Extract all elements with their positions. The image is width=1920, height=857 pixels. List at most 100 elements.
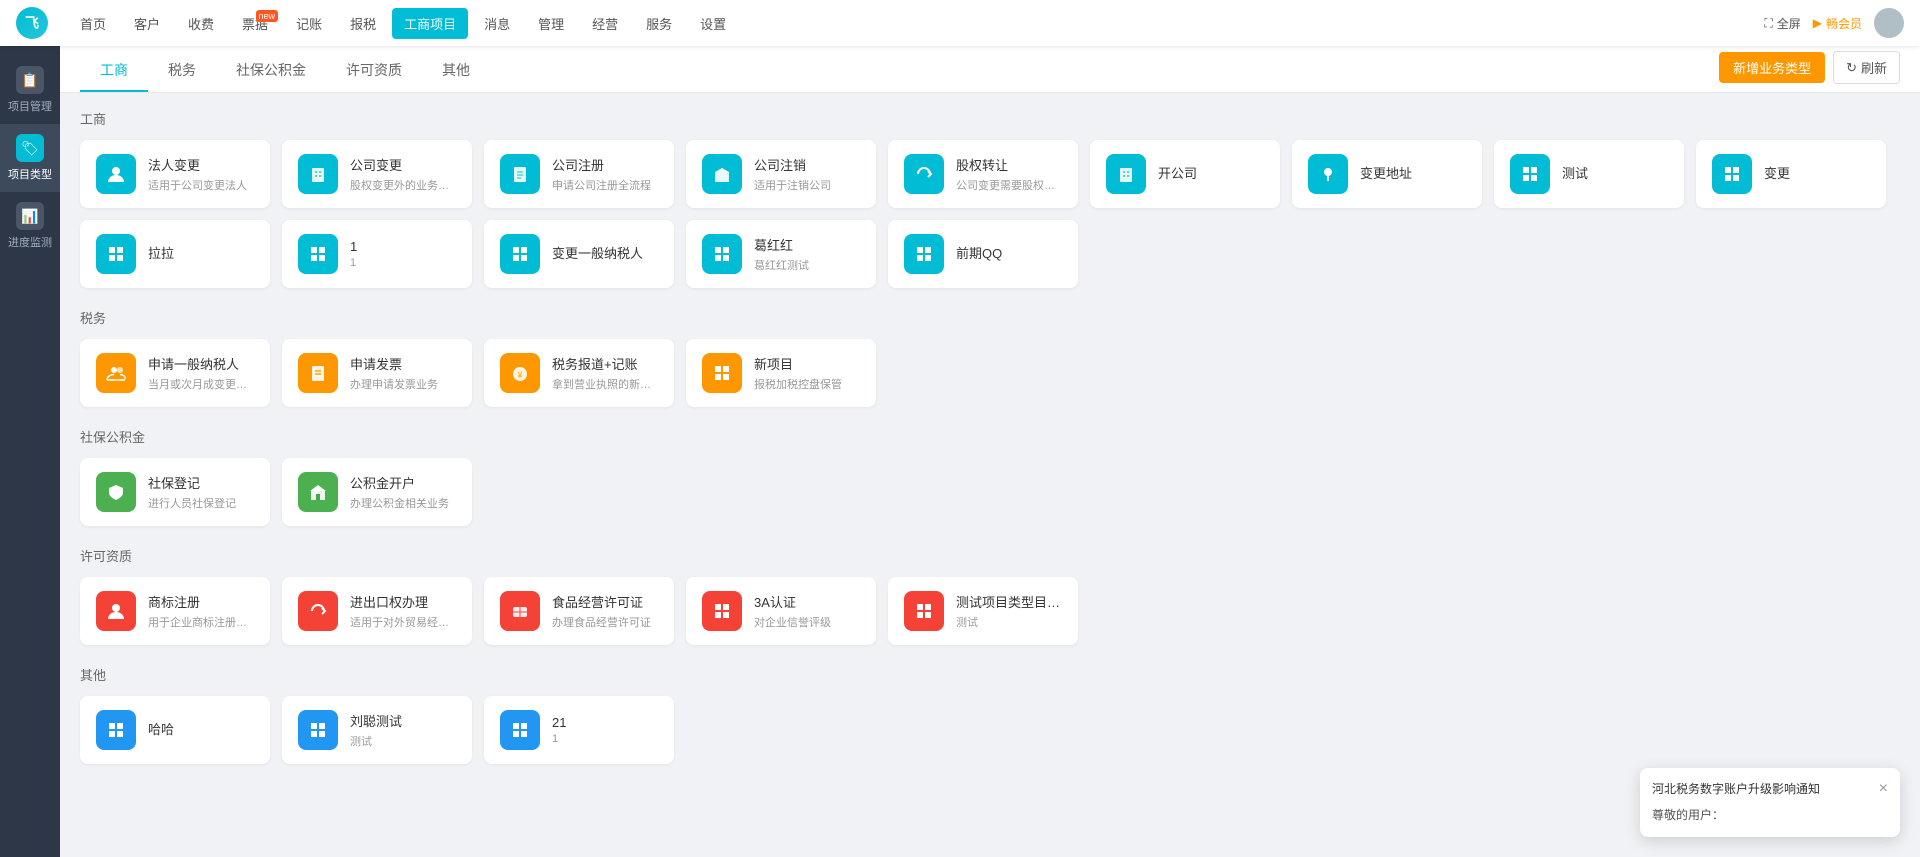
- nav-item-经营[interactable]: 经营: [580, 8, 630, 39]
- card-desc-xuke-3: 对企业信誉评级: [754, 614, 860, 630]
- service-card-gongshang-6[interactable]: 变更地址: [1292, 140, 1482, 208]
- nav-item-记账[interactable]: 记账: [284, 8, 334, 39]
- service-card-gongshang-13[interactable]: 前期QQ: [888, 220, 1078, 288]
- app-logo: 飞: [16, 7, 48, 39]
- service-card-shuiwu-3[interactable]: 新项目报税加税控盘保管: [686, 339, 876, 407]
- tab-社保公积金[interactable]: 社保公积金: [216, 46, 326, 92]
- service-card-shuiwu-1[interactable]: 申请发票办理申请发票业务: [282, 339, 472, 407]
- notification-title: 河北税务数字账户升级影响通知: [1652, 780, 1820, 797]
- card-icon-qita-2: [500, 710, 540, 750]
- fullscreen-button[interactable]: ⛶ 全屏: [1764, 15, 1800, 32]
- add-type-button[interactable]: 新增业务类型: [1719, 52, 1825, 83]
- card-grid-shebao: 社保登记进行人员社保登记 公积金开户办理公积金相关业务: [80, 458, 1900, 526]
- sidebar: 📋项目管理🏷项目类型📊进度监测: [0, 46, 60, 857]
- service-card-shuiwu-2[interactable]: ¥ 税务报道+记账拿到营业执照的新公司: [484, 339, 674, 407]
- card-name-xuke-3: 3A认证: [754, 592, 860, 611]
- service-card-gongshang-9[interactable]: 拉拉: [80, 220, 270, 288]
- card-name-gongshang-12: 葛红红: [754, 235, 860, 254]
- user-avatar[interactable]: [1874, 8, 1904, 38]
- service-card-gongshang-7[interactable]: 测试: [1494, 140, 1684, 208]
- section-qita: 其他哈哈刘聪测试测试211: [80, 665, 1900, 764]
- section-title-xuke: 许可资质: [80, 546, 1900, 565]
- sidebar-icon-0: 📋: [16, 66, 44, 94]
- nav-item-首页[interactable]: 首页: [68, 8, 118, 39]
- card-desc-shuiwu-3: 报税加税控盘保管: [754, 376, 860, 392]
- card-content-gongshang-6: 变更地址: [1360, 163, 1466, 185]
- service-card-gongshang-4[interactable]: 股权转让公司变更需要股权转让: [888, 140, 1078, 208]
- service-card-qita-0[interactable]: 哈哈: [80, 696, 270, 764]
- card-desc-gongshang-2: 申请公司注册全流程: [552, 177, 658, 193]
- card-name-gongshang-3: 公司注销: [754, 155, 860, 174]
- tab-工商[interactable]: 工商: [80, 46, 148, 92]
- service-card-gongshang-10[interactable]: 11: [282, 220, 472, 288]
- card-desc-shebao-1: 办理公积金相关业务: [350, 495, 456, 511]
- service-card-xuke-2[interactable]: 食品经营许可证办理食品经营许可证: [484, 577, 674, 645]
- nav-item-报税[interactable]: 报税: [338, 8, 388, 39]
- card-icon-gongshang-6: [1308, 154, 1348, 194]
- main-content: 工商税务社保公积金许可资质其他 新增业务类型 ↻ 刷新 工商法人变更适用于公司变…: [60, 46, 1920, 857]
- service-card-gongshang-1[interactable]: 公司变更股权变更外的业务变更: [282, 140, 472, 208]
- card-content-shuiwu-1: 申请发票办理申请发票业务: [350, 354, 456, 392]
- service-card-gongshang-2[interactable]: 公司注册申请公司注册全流程: [484, 140, 674, 208]
- card-name-gongshang-2: 公司注册: [552, 155, 658, 174]
- section-gongshang: 工商法人变更适用于公司变更法人公司变更股权变更外的业务变更公司注册申请公司注册全…: [80, 109, 1900, 288]
- card-grid-qita: 哈哈刘聪测试测试211: [80, 696, 1900, 764]
- tab-许可资质[interactable]: 许可资质: [326, 46, 422, 92]
- card-content-gongshang-12: 葛红红葛红红测试: [754, 235, 860, 273]
- card-content-gongshang-9: 拉拉: [148, 243, 254, 265]
- nav-item-设置[interactable]: 设置: [688, 8, 738, 39]
- nav-item-管理[interactable]: 管理: [526, 8, 576, 39]
- card-content-gongshang-11: 变更一般纳税人: [552, 243, 658, 265]
- card-desc-xuke-4: 测试: [956, 614, 1062, 630]
- service-card-xuke-3[interactable]: 3A认证对企业信誉评级: [686, 577, 876, 645]
- card-desc-qita-2: 1: [552, 733, 658, 745]
- service-card-xuke-1[interactable]: 进出口权办理适用于对外贸易经营者: [282, 577, 472, 645]
- service-card-gongshang-5[interactable]: 开公司: [1090, 140, 1280, 208]
- service-card-gongshang-12[interactable]: 葛红红葛红红测试: [686, 220, 876, 288]
- card-content-shuiwu-3: 新项目报税加税控盘保管: [754, 354, 860, 392]
- nav-item-收费[interactable]: 收费: [176, 8, 226, 39]
- card-content-xuke-3: 3A认证对企业信誉评级: [754, 592, 860, 630]
- card-desc-shuiwu-2: 拿到营业执照的新公司: [552, 376, 658, 392]
- card-name-gongshang-5: 开公司: [1158, 163, 1264, 182]
- card-icon-gongshang-5: [1106, 154, 1146, 194]
- service-card-gongshang-0[interactable]: 法人变更适用于公司变更法人: [80, 140, 270, 208]
- card-icon-gongshang-9: [96, 234, 136, 274]
- tab-其他[interactable]: 其他: [422, 46, 490, 92]
- service-card-gongshang-11[interactable]: 变更一般纳税人: [484, 220, 674, 288]
- nav-item-服务[interactable]: 服务: [634, 8, 684, 39]
- nav-item-票据[interactable]: 票据new: [230, 8, 280, 39]
- service-card-xuke-4[interactable]: 测试项目类型目定义测试: [888, 577, 1078, 645]
- refresh-button[interactable]: ↻ 刷新: [1833, 51, 1900, 84]
- card-name-xuke-2: 食品经营许可证: [552, 592, 658, 611]
- service-card-shebao-1[interactable]: 公积金开户办理公积金相关业务: [282, 458, 472, 526]
- nav-item-客户[interactable]: 客户: [122, 8, 172, 39]
- service-card-gongshang-3[interactable]: 公司注销适用于注销公司: [686, 140, 876, 208]
- nav-item-消息[interactable]: 消息: [472, 8, 522, 39]
- card-icon-gongshang-2: [500, 154, 540, 194]
- section-title-shuiwu: 税务: [80, 308, 1900, 327]
- service-card-qita-1[interactable]: 刘聪测试测试: [282, 696, 472, 764]
- service-card-xuke-0[interactable]: 商标注册用于企业商标注册服务: [80, 577, 270, 645]
- service-card-qita-2[interactable]: 211: [484, 696, 674, 764]
- sidebar-item-2[interactable]: 📊进度监测: [0, 192, 60, 260]
- card-icon-xuke-4: [904, 591, 944, 631]
- service-card-shebao-0[interactable]: 社保登记进行人员社保登记: [80, 458, 270, 526]
- card-content-shuiwu-2: 税务报道+记账拿到营业执照的新公司: [552, 354, 658, 392]
- card-icon-shuiwu-1: [298, 353, 338, 393]
- card-content-gongshang-8: 变更: [1764, 163, 1870, 185]
- card-content-shebao-1: 公积金开户办理公积金相关业务: [350, 473, 456, 511]
- sidebar-item-1[interactable]: 🏷项目类型: [0, 124, 60, 192]
- tab-税务[interactable]: 税务: [148, 46, 216, 92]
- card-content-gongshang-3: 公司注销适用于注销公司: [754, 155, 860, 193]
- service-card-shuiwu-0[interactable]: 申请一般纳税人当月或次月成变更完成: [80, 339, 270, 407]
- service-card-gongshang-8[interactable]: 变更: [1696, 140, 1886, 208]
- card-icon-gongshang-1: [298, 154, 338, 194]
- card-icon-shuiwu-2: ¥: [500, 353, 540, 393]
- nav-item-工商项目[interactable]: 工商项目: [392, 8, 468, 39]
- vip-button[interactable]: ▶ 畅会员: [1813, 15, 1862, 32]
- notification-close-button[interactable]: ×: [1879, 780, 1888, 798]
- card-name-shuiwu-0: 申请一般纳税人: [148, 354, 254, 373]
- sidebar-item-0[interactable]: 📋项目管理: [0, 56, 60, 124]
- card-desc-qita-1: 测试: [350, 733, 456, 749]
